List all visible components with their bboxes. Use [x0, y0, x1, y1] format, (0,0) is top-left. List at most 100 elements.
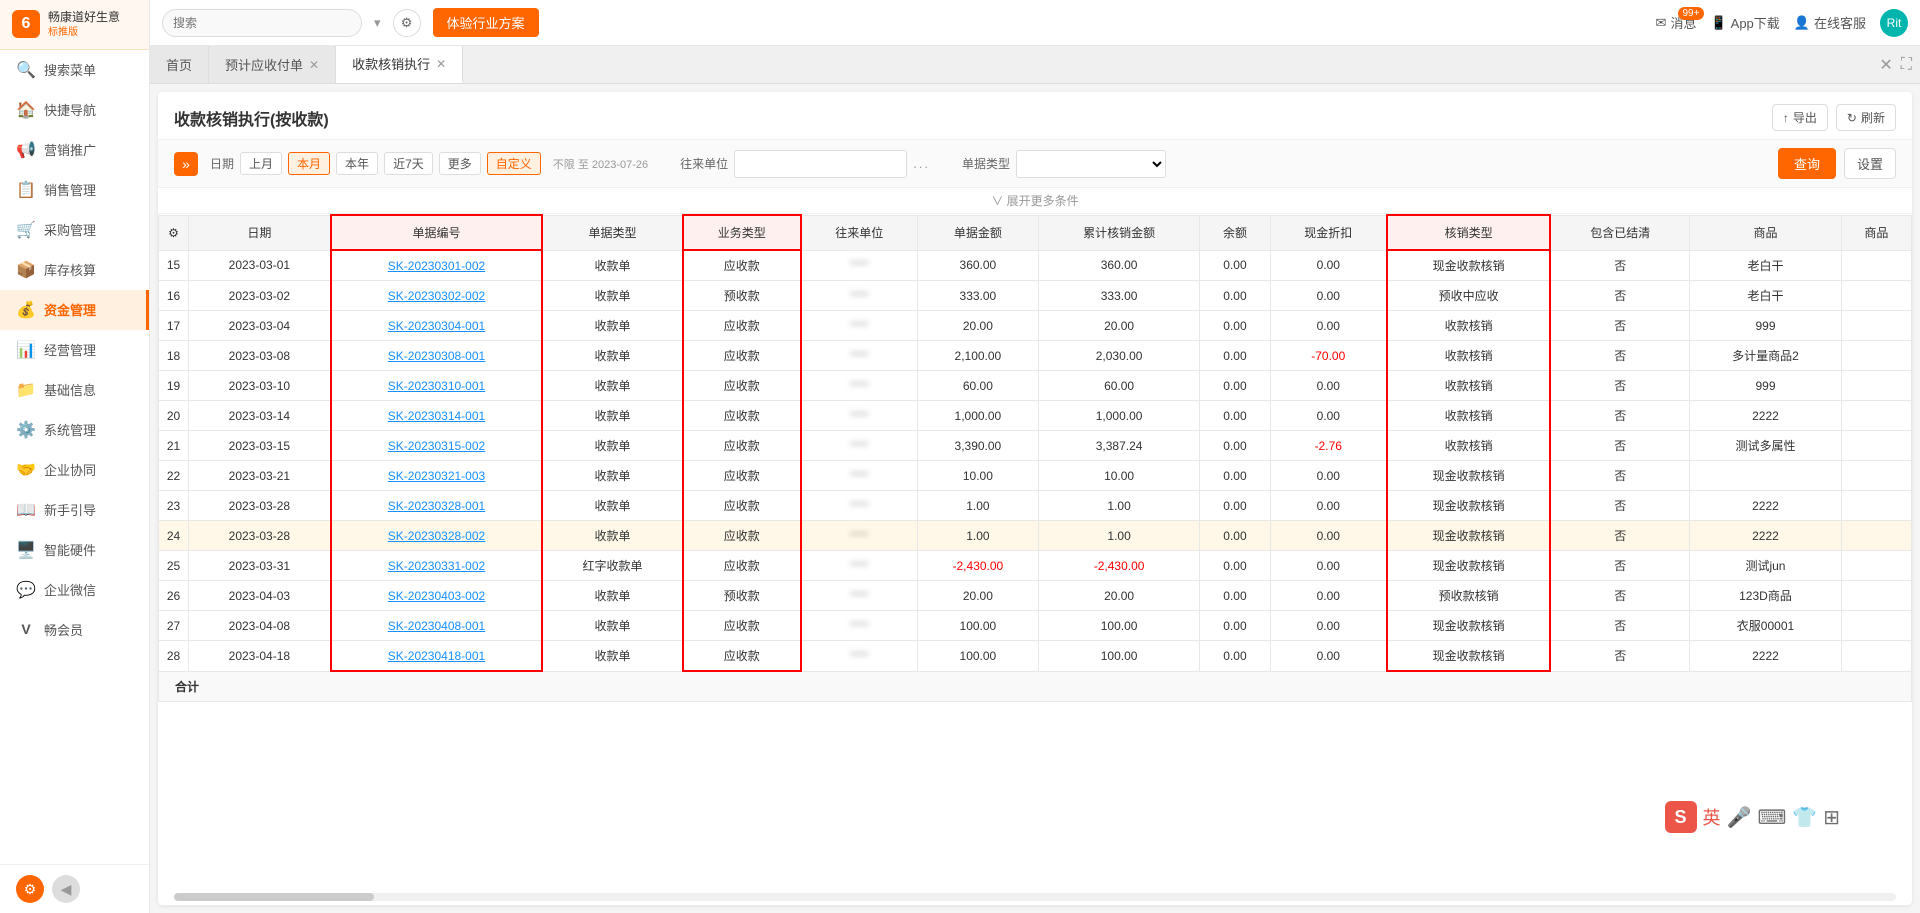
cell-settled: 否 — [1550, 250, 1690, 281]
user-avatar[interactable]: Rit — [1880, 9, 1908, 37]
topbar-dropdown-arrow[interactable]: ▾ — [374, 15, 381, 31]
refresh-btn[interactable]: ↻ 刷新 — [1836, 104, 1896, 131]
bill-no-link[interactable]: SK-20230321-003 — [388, 469, 485, 483]
date-btn-this-year[interactable]: 本年 — [336, 152, 378, 175]
cell-biz-type: 应收款 — [683, 431, 801, 461]
app-download-btn[interactable]: 📱 App下载 — [1710, 13, 1779, 32]
bill-no-link[interactable]: SK-20230314-001 — [388, 409, 485, 423]
sidebar-item-marketing[interactable]: 📢 营销推广 — [0, 130, 149, 170]
sidebar-item-member[interactable]: V 畅会员 — [0, 610, 149, 649]
horizontal-scrollbar[interactable] — [174, 893, 1896, 901]
maximize-btn[interactable]: ⛶ — [1901, 56, 1912, 74]
sidebar-item-hardware[interactable]: 🖥️ 智能硬件 — [0, 530, 149, 570]
bill-no-link[interactable]: SK-20230302-002 — [388, 289, 485, 303]
cell-bill-type: 收款单 — [542, 250, 683, 281]
cell-writeoff: 10.00 — [1038, 461, 1199, 491]
partner-value: **** — [850, 589, 869, 603]
tab-close-prepayment[interactable]: ✕ — [309, 58, 319, 72]
cell-discount: 0.00 — [1270, 641, 1387, 672]
topbar-gear-btn[interactable]: ⚙ — [393, 9, 421, 37]
filter-partner-input[interactable] — [734, 150, 907, 178]
bill-no-link[interactable]: SK-20230304-001 — [388, 319, 485, 333]
cell-bill-no: SK-20230301-002 — [331, 250, 543, 281]
cell-bill-type: 收款单 — [542, 401, 683, 431]
sidebar-item-guide[interactable]: 📖 新手引导 — [0, 490, 149, 530]
date-btn-this-month[interactable]: 本月 — [288, 152, 330, 175]
cell-discount: 0.00 — [1270, 461, 1387, 491]
sidebar-item-operation[interactable]: 📊 经营管理 — [0, 330, 149, 370]
date-btn-more[interactable]: 更多 — [439, 152, 481, 175]
sidebar-item-inventory[interactable]: 📦 库存核算 — [0, 250, 149, 290]
cell-bill-type: 收款单 — [542, 491, 683, 521]
bill-no-link[interactable]: SK-20230310-001 — [388, 379, 485, 393]
date-btn-7days[interactable]: 近7天 — [384, 152, 433, 175]
collapse-icon[interactable]: ◀ — [52, 875, 80, 903]
bill-no-link[interactable]: SK-20230331-002 — [388, 559, 485, 573]
sidebar-item-sales[interactable]: 📋 销售管理 — [0, 170, 149, 210]
export-btn[interactable]: ↑ 导出 — [1772, 104, 1828, 131]
partner-value: **** — [850, 529, 869, 543]
sidebar-item-collab[interactable]: 🤝 企业协同 — [0, 450, 149, 490]
cell-balance: 0.00 — [1200, 581, 1270, 611]
expand-more-btn[interactable]: ∨ 展开更多条件 — [991, 192, 1078, 209]
bill-no-link[interactable]: SK-20230308-001 — [388, 349, 485, 363]
tab-close-writeoff[interactable]: ✕ — [436, 57, 446, 71]
bill-no-link[interactable]: SK-20230328-002 — [388, 529, 485, 543]
filter-toggle-btn[interactable]: » — [174, 152, 198, 176]
bill-no-link[interactable]: SK-20230418-001 — [388, 649, 485, 663]
service-btn[interactable]: 👤 在线客服 — [1794, 13, 1866, 32]
cell-no: 24 — [159, 521, 189, 551]
bill-no-link[interactable]: SK-20230328-001 — [388, 499, 485, 513]
sidebar-item-finance[interactable]: 💰 资金管理 — [0, 290, 149, 330]
bill-no-link[interactable]: SK-20230403-002 — [388, 589, 485, 603]
tabbar: 首页 预计应收付单 ✕ 收款核销执行 ✕ ✕ ⛶ — [150, 46, 1920, 84]
sidebar-item-search[interactable]: 🔍 搜索菜单 — [0, 50, 149, 90]
message-btn[interactable]: ✉ 消息 99+ — [1656, 13, 1697, 32]
settings-icon[interactable]: ⚙ — [16, 875, 44, 903]
member-icon: V — [16, 621, 36, 637]
cell-date: 2023-03-14 — [189, 401, 331, 431]
th-settings[interactable]: ⚙ — [159, 215, 189, 250]
sidebar-item-nav[interactable]: 🏠 快捷导航 — [0, 90, 149, 130]
grid-icon[interactable]: ⊞ — [1823, 805, 1840, 830]
cell-writeoff-type: 预收款核销 — [1387, 581, 1550, 611]
keyboard-icon[interactable]: ⌨ — [1757, 805, 1786, 830]
cell-no: 26 — [159, 581, 189, 611]
sidebar-nav: 🔍 搜索菜单 🏠 快捷导航 📢 营销推广 📋 销售管理 🛒 采购管理 📦 库存核… — [0, 50, 149, 864]
table-row: 15 2023-03-01 SK-20230301-002 收款单 应收款 **… — [159, 250, 1912, 281]
cell-product1: 测试jun — [1690, 551, 1841, 581]
filter-bill-type-select[interactable] — [1016, 150, 1166, 178]
shirt-icon[interactable]: 👕 — [1792, 805, 1817, 830]
query-btn[interactable]: 查询 — [1778, 148, 1836, 179]
scrollbar-thumb[interactable] — [174, 893, 374, 901]
date-btn-last-month[interactable]: 上月 — [240, 152, 282, 175]
date-btn-custom[interactable]: 自定义 — [487, 152, 541, 175]
cell-discount: 0.00 — [1270, 250, 1387, 281]
bill-no-link[interactable]: SK-20230315-002 — [388, 439, 485, 453]
tab-home[interactable]: 首页 — [150, 46, 209, 83]
basic-icon: 📁 — [16, 380, 36, 400]
cell-product2 — [1841, 491, 1911, 521]
cell-balance: 0.00 — [1200, 431, 1270, 461]
wechat-icon: 💬 — [16, 580, 36, 600]
tab-prepayment[interactable]: 预计应收付单 ✕ — [209, 46, 336, 83]
bill-no-link[interactable]: SK-20230301-002 — [388, 259, 485, 273]
cell-amount: 60.00 — [917, 371, 1038, 401]
partner-value: **** — [850, 619, 869, 633]
tab-writeoff[interactable]: 收款核销执行 ✕ — [336, 46, 463, 83]
cell-product2 — [1841, 431, 1911, 461]
sidebar-item-purchase[interactable]: 🛒 采购管理 — [0, 210, 149, 250]
cell-bill-type: 收款单 — [542, 461, 683, 491]
cell-writeoff-type: 现金收款核销 — [1387, 250, 1550, 281]
filter-partner-group: 往来单位 ... — [680, 150, 930, 178]
cell-balance: 0.00 — [1200, 521, 1270, 551]
mic-icon[interactable]: 🎤 — [1727, 805, 1752, 830]
close-tab-btn[interactable]: ✕ — [1879, 55, 1892, 75]
solution-btn[interactable]: 体验行业方案 — [433, 8, 539, 37]
sidebar-item-system[interactable]: ⚙️ 系统管理 — [0, 410, 149, 450]
sidebar-item-wechat[interactable]: 💬 企业微信 — [0, 570, 149, 610]
sidebar-item-basic[interactable]: 📁 基础信息 — [0, 370, 149, 410]
topbar-search-input[interactable] — [162, 9, 362, 37]
bill-no-link[interactable]: SK-20230408-001 — [388, 619, 485, 633]
filter-settings-btn[interactable]: 设置 — [1844, 148, 1896, 179]
